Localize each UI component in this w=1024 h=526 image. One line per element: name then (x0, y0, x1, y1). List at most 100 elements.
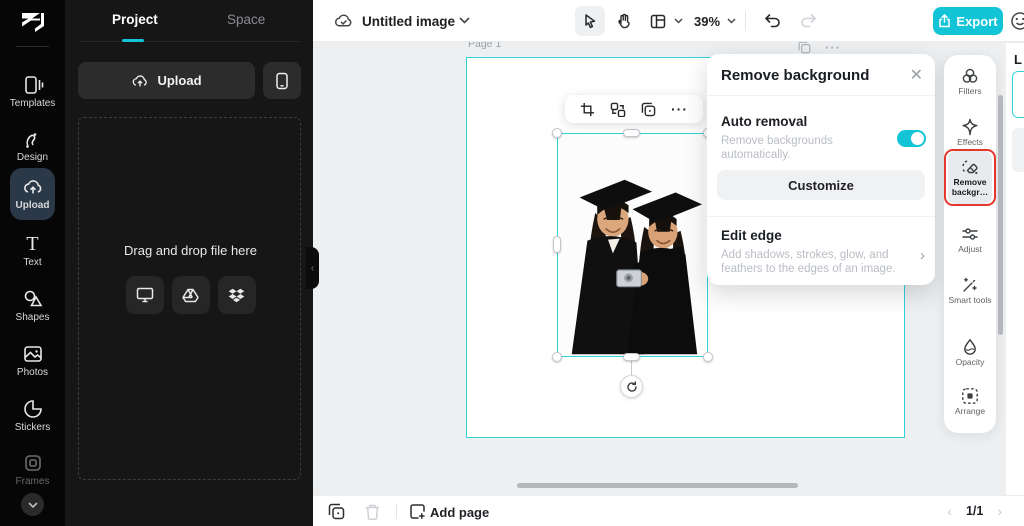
edit-edge-chevron-icon[interactable]: › (920, 247, 925, 264)
add-page-icon (410, 504, 425, 519)
add-page-label[interactable]: Add page (430, 505, 489, 520)
feedback-smiley-icon[interactable] (1010, 11, 1024, 31)
document-title[interactable]: Untitled image (362, 14, 455, 29)
remove-background-icon (961, 158, 979, 176)
redo-button[interactable] (799, 11, 818, 30)
auto-removal-title: Auto removal (721, 114, 808, 129)
delete-page-button[interactable] (364, 503, 381, 520)
popup-title: Remove background (721, 67, 870, 84)
resize-handle-top-left[interactable] (552, 128, 562, 138)
more-options-icon[interactable]: ··· (671, 101, 688, 117)
resize-handle-bottom[interactable] (623, 353, 640, 361)
export-button[interactable]: Export (933, 7, 1003, 35)
rail-expand-button[interactable] (21, 493, 44, 516)
frames-icon (22, 452, 44, 474)
sidebar-item-shapes[interactable]: Shapes (0, 288, 65, 323)
hand-icon (618, 13, 630, 29)
edit-edge-description: Add shadows, strokes, glow, and feathers… (721, 249, 896, 275)
tab-space[interactable]: Space (227, 12, 265, 27)
rotate-handle[interactable] (620, 375, 643, 398)
select-tool-button[interactable] (575, 6, 605, 36)
upload-from-google-drive-button[interactable] (171, 276, 210, 314)
duplicate-page-button[interactable] (328, 503, 345, 520)
vertical-scrollbar[interactable] (998, 95, 1003, 335)
undo-icon (764, 14, 780, 28)
horizontal-scrollbar[interactable] (517, 483, 798, 488)
resize-handle-bottom-left[interactable] (552, 352, 562, 362)
upload-button-label: Upload (157, 73, 202, 88)
sidebar-item-frames[interactable]: Frames (0, 452, 65, 487)
upload-from-computer-button[interactable] (125, 276, 164, 314)
bottom-bar: Add page ‹ 1/1 › (313, 495, 1024, 526)
photos-icon (22, 343, 44, 365)
sidebar-item-templates[interactable]: Templates (0, 74, 65, 109)
page-more-icon[interactable]: ··· (825, 40, 841, 55)
layout-chevron[interactable] (674, 18, 683, 24)
duplicate-icon[interactable] (641, 102, 656, 117)
close-icon[interactable]: ✕ (910, 65, 923, 85)
upload-button[interactable]: Upload (78, 62, 255, 99)
resize-handle-top[interactable] (623, 129, 640, 137)
doc-title-chevron[interactable] (459, 17, 470, 24)
layer-thumbnail-selected[interactable] (1012, 71, 1024, 118)
text-icon: T (26, 233, 39, 255)
upload-cloud-icon (133, 74, 148, 86)
selected-image[interactable] (557, 133, 708, 357)
duplicate-icon (328, 503, 345, 520)
prev-page-icon[interactable]: ‹ (947, 504, 952, 518)
design-icon (22, 128, 44, 150)
undo-button[interactable] (763, 11, 782, 30)
panel-collapse-handle[interactable]: ‹ (306, 247, 319, 289)
zoom-chevron[interactable] (727, 18, 736, 24)
layout-tool-button[interactable] (643, 6, 673, 36)
tool-filters[interactable]: Filters (944, 67, 996, 97)
sidebar-item-upload[interactable]: Upload (0, 176, 65, 211)
capcut-logo[interactable] (20, 9, 46, 35)
sidebar-item-text[interactable]: T Text (0, 233, 65, 268)
opacity-icon (961, 338, 979, 356)
edit-edge-title: Edit edge (721, 228, 782, 243)
hand-tool-button[interactable] (609, 6, 639, 36)
add-page-button[interactable] (409, 503, 426, 520)
upload-from-phone-button[interactable] (263, 62, 301, 99)
tool-arrange[interactable]: Arrange (944, 387, 996, 417)
page-header-controls: ··· (798, 40, 841, 55)
next-page-icon[interactable]: › (997, 504, 1002, 518)
crop-icon[interactable] (580, 102, 595, 117)
templates-icon (22, 74, 44, 96)
dropzone[interactable]: Drag and drop file here (78, 117, 301, 480)
sidebar-item-photos[interactable]: Photos (0, 343, 65, 378)
upload-cloud-icon (22, 176, 44, 198)
auto-removal-toggle[interactable] (897, 130, 926, 147)
divider (707, 216, 935, 217)
sidebar-item-stickers[interactable]: Stickers (0, 398, 65, 433)
zoom-level[interactable]: 39% (694, 14, 720, 29)
right-tool-rail: Filters Effects Remove backgr… Adjust Sm… (944, 55, 996, 433)
sidebar-item-design[interactable]: Design (0, 128, 65, 163)
project-panel: Project Space Upload Drag and drop file … (65, 0, 313, 526)
tool-effects[interactable]: Effects (944, 118, 996, 148)
resize-handle-left[interactable] (553, 236, 561, 253)
layers-panel: L (1006, 43, 1024, 495)
replace-icon[interactable] (610, 102, 626, 117)
tool-adjust[interactable]: Adjust (944, 225, 996, 255)
auto-removal-description: Remove backgrounds automatically. (721, 135, 833, 161)
layer-thumbnail[interactable] (1012, 128, 1024, 172)
tool-opacity[interactable]: Opacity (944, 338, 996, 368)
upload-from-dropbox-button[interactable] (217, 276, 256, 314)
computer-icon (136, 287, 153, 303)
tool-smart-tools[interactable]: Smart tools (944, 276, 996, 306)
duplicate-page-icon[interactable] (798, 41, 811, 54)
cloud-sync-icon (333, 11, 354, 32)
resize-handle-bottom-right[interactable] (703, 352, 713, 362)
divider (745, 11, 746, 31)
tab-project[interactable]: Project (112, 12, 158, 27)
remove-background-popup: Remove background ✕ Auto removal Remove … (707, 54, 935, 285)
layers-panel-title: L (1014, 52, 1022, 67)
divider (396, 504, 397, 519)
customize-button[interactable]: Customize (717, 170, 925, 200)
tool-remove-background[interactable]: Remove backgr… (944, 158, 996, 197)
chevron-down-icon (27, 501, 38, 508)
top-bar: Untitled image 39% Export (313, 0, 1024, 42)
divider (16, 46, 49, 47)
